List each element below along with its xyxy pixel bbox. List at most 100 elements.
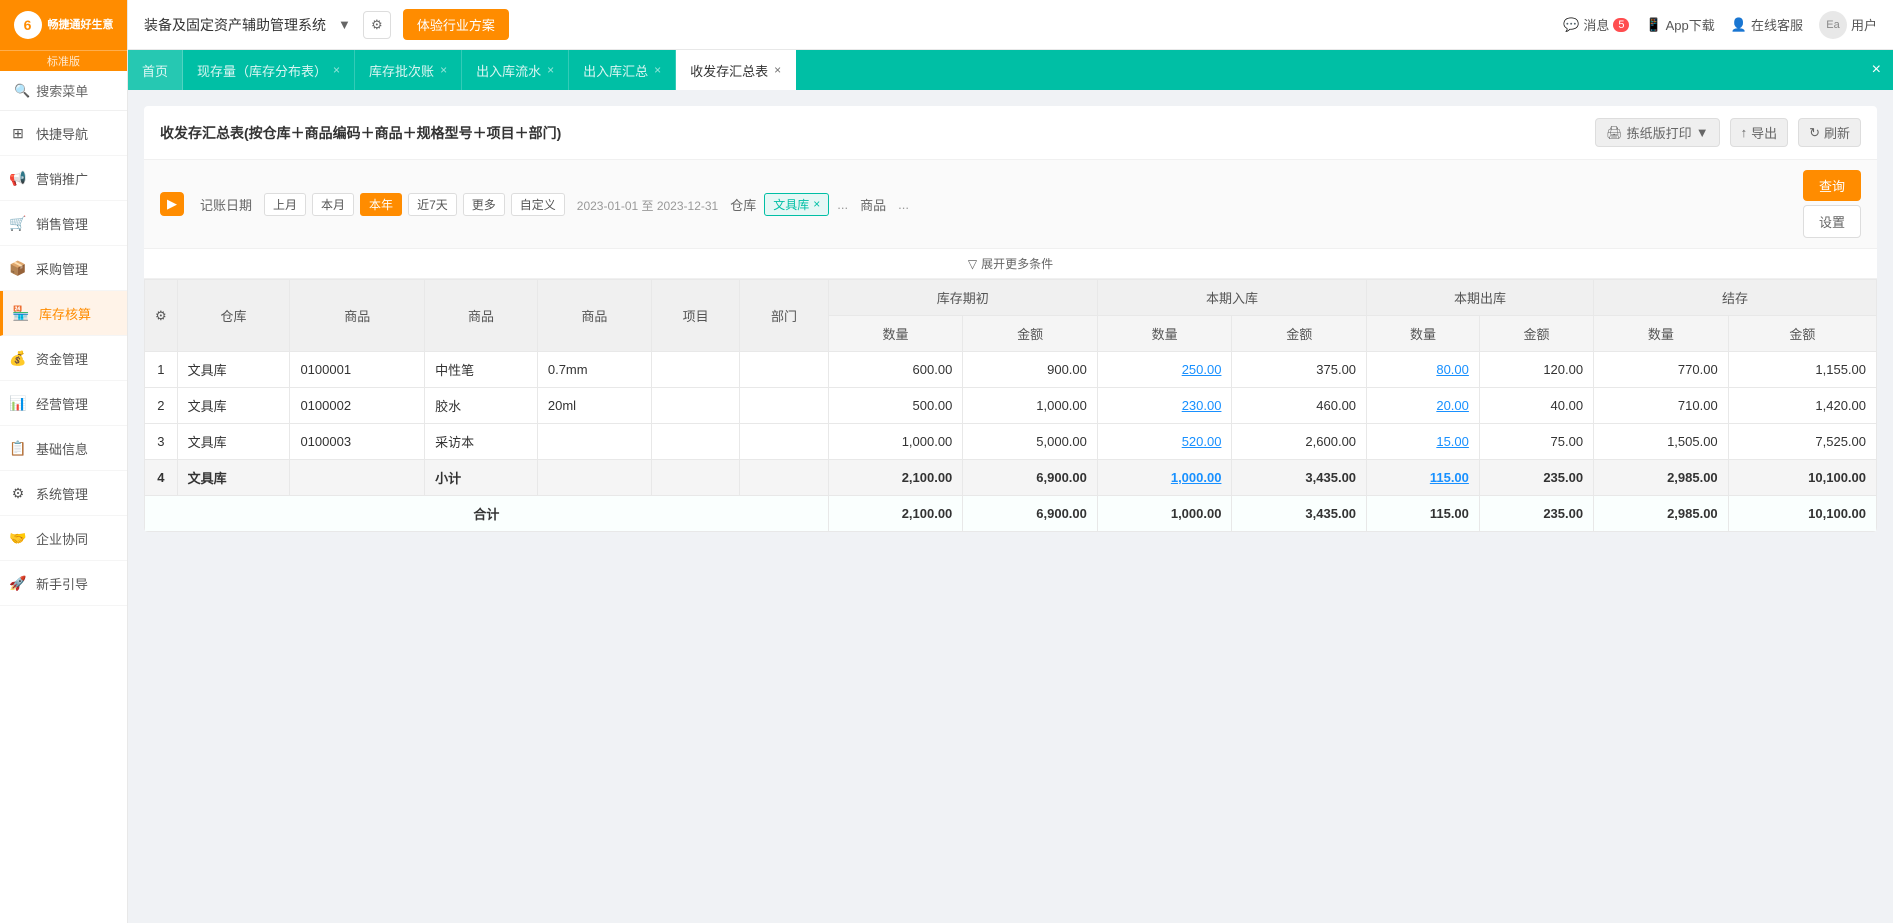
sidebar-item-operation[interactable]: 📊 经营管理 [0, 381, 127, 426]
user-profile[interactable]: Ea 用户 [1819, 11, 1877, 39]
sidebar-item-sales[interactable]: 🛒 销售管理 [0, 201, 127, 246]
expand-more-icon: ▽ [968, 257, 977, 271]
close-inout-summary-icon[interactable]: × [654, 63, 661, 77]
goods-filter-label: 商品 [860, 195, 886, 214]
refresh-button[interactable]: ↻ 刷新 [1798, 118, 1861, 147]
tab-inout-summary[interactable]: 出入库汇总 × [569, 50, 676, 90]
tab-inventory-dist[interactable]: 现存量（库存分布表） × [183, 50, 355, 90]
print-button[interactable]: 🖨 拣纸版打印 ▼ [1595, 118, 1719, 147]
messages-button[interactable]: 💬 消息 5 [1563, 15, 1629, 34]
row-project [652, 352, 740, 388]
row-in-qty[interactable]: 520.00 [1097, 424, 1232, 460]
row-start-qty: 1,000.00 [828, 424, 963, 460]
experience-button[interactable]: 体验行业方案 [403, 9, 509, 40]
warehouse-tag[interactable]: 文具库 × [764, 193, 829, 216]
row-in-qty[interactable]: 250.00 [1097, 352, 1232, 388]
table-settings-col[interactable]: ⚙ [145, 280, 178, 352]
sidebar-item-basic[interactable]: 📋 基础信息 [0, 426, 127, 471]
print-label: 拣纸版打印 [1627, 123, 1692, 142]
date-buttons: 上月 本月 本年 近7天 更多 自定义 [264, 193, 565, 216]
in-qty-link[interactable]: 520.00 [1182, 434, 1222, 449]
tab-batch[interactable]: 库存批次账 × [355, 50, 462, 90]
main-area: 装备及固定资产辅助管理系统 ▼ ⚙ 体验行业方案 💬 消息 5 📱 App下载 … [128, 0, 1893, 923]
sidebar-item-marketing[interactable]: 📢 营销推广 [0, 156, 127, 201]
filter-area: ▶ 记账日期 上月 本月 本年 近7天 更多 自定义 2023-01-01 至 … [144, 160, 1877, 249]
sidebar-item-label: 采购管理 [36, 259, 88, 278]
app-download-button[interactable]: 📱 App下载 [1645, 15, 1714, 34]
operation-icon: 📊 [8, 393, 28, 413]
close-batch-icon[interactable]: × [440, 63, 447, 77]
in-qty-link[interactable]: 250.00 [1182, 362, 1222, 377]
out-qty-link[interactable]: 80.00 [1436, 362, 1469, 377]
total-start-amt: 6,900.00 [963, 496, 1098, 532]
date-btn-7days[interactable]: 近7天 [408, 193, 457, 216]
message-badge: 5 [1613, 18, 1629, 32]
date-btn-more[interactable]: 更多 [463, 193, 505, 216]
search-label: 搜索菜单 [36, 81, 88, 100]
sidebar-item-inventory[interactable]: 🏪 库存核算 [0, 291, 127, 336]
subtotal-in-amt: 3,435.00 [1232, 460, 1367, 496]
set-button[interactable]: 设置 [1803, 205, 1861, 238]
sidebar-item-enterprise[interactable]: 🤝 企业协同 [0, 516, 127, 561]
row-out-amt: 120.00 [1479, 352, 1593, 388]
row-in-qty[interactable]: 230.00 [1097, 388, 1232, 424]
system-name: 装备及固定资产辅助管理系统 [144, 15, 326, 35]
row-out-qty[interactable]: 15.00 [1367, 424, 1480, 460]
enterprise-icon: 🤝 [8, 528, 28, 548]
out-qty-link[interactable]: 15.00 [1436, 434, 1469, 449]
message-icon: 💬 [1563, 17, 1579, 33]
goods-more-button[interactable]: ... [898, 197, 909, 212]
settings-button[interactable]: ⚙ [363, 11, 391, 39]
tab-home[interactable]: 首页 [128, 50, 183, 90]
col-header-code: 商品 [290, 280, 425, 352]
close-inout-flow-icon[interactable]: × [547, 63, 554, 77]
close-recv-send-icon[interactable]: × [774, 63, 781, 77]
date-btn-this-month[interactable]: 本月 [312, 193, 354, 216]
sidebar: 6 畅捷通好生意 标准版 🔍 搜索菜单 ⊞ 快捷导航 📢 营销推广 🛒 销售管理… [0, 0, 128, 923]
sidebar-item-label: 企业协同 [36, 529, 88, 548]
subtotal-spec [537, 460, 651, 496]
online-service-button[interactable]: 👤 在线客服 [1731, 15, 1803, 34]
close-all-tabs-button[interactable]: × [1860, 50, 1893, 90]
col-sub-out-qty: 数量 [1367, 316, 1480, 352]
date-btn-last-month[interactable]: 上月 [264, 193, 306, 216]
col-header-period-out: 本期出库 [1367, 280, 1594, 316]
query-button[interactable]: 查询 [1803, 170, 1861, 201]
out-qty-link[interactable]: 20.00 [1436, 398, 1469, 413]
print-icon: 🖨 [1606, 125, 1623, 141]
filter-expand-button[interactable]: ▶ [160, 192, 184, 216]
expand-more-row[interactable]: ▽ 展开更多条件 [144, 249, 1877, 279]
sidebar-item-finance[interactable]: 💰 资金管理 [0, 336, 127, 381]
subtotal-start-qty: 2,100.00 [828, 460, 963, 496]
in-qty-link[interactable]: 230.00 [1182, 398, 1222, 413]
export-icon: ↑ [1741, 125, 1748, 140]
search-menu[interactable]: 🔍 搜索菜单 [0, 71, 127, 111]
date-btn-this-year[interactable]: 本年 [360, 193, 402, 216]
warehouse-tag-text: 文具库 [773, 196, 809, 213]
content-area: 收发存汇总表(按仓库＋商品编码＋商品＋规格型号＋项目＋部门) 🖨 拣纸版打印 ▼… [128, 90, 1893, 923]
tab-recv-send-summary[interactable]: 收发存汇总表 × [676, 50, 796, 90]
row-out-qty[interactable]: 20.00 [1367, 388, 1480, 424]
export-button[interactable]: ↑ 导出 [1730, 118, 1789, 147]
row-code: 0100003 [290, 424, 425, 460]
date-btn-custom[interactable]: 自定义 [511, 193, 565, 216]
gear-icon: ⚙ [371, 17, 383, 33]
tab-inout-flow[interactable]: 出入库流水 × [462, 50, 569, 90]
row-bal-amt: 7,525.00 [1728, 424, 1876, 460]
close-inventory-dist-icon[interactable]: × [333, 63, 340, 77]
sidebar-item-system[interactable]: ⚙ 系统管理 [0, 471, 127, 516]
sidebar-item-label: 库存核算 [39, 304, 91, 323]
row-start-qty: 500.00 [828, 388, 963, 424]
sidebar-item-newbie[interactable]: 🚀 新手引导 [0, 561, 127, 606]
row-bal-amt: 1,155.00 [1728, 352, 1876, 388]
subtotal-in-qty: 1,000.00 [1097, 460, 1232, 496]
remove-warehouse-icon[interactable]: × [813, 197, 820, 211]
system-dropdown[interactable]: ▼ [338, 17, 351, 32]
sidebar-item-quick-nav[interactable]: ⊞ 快捷导航 [0, 111, 127, 156]
sidebar-item-purchase[interactable]: 📦 采购管理 [0, 246, 127, 291]
row-out-qty[interactable]: 80.00 [1367, 352, 1480, 388]
col-sub-start-amt: 金额 [963, 316, 1098, 352]
row-dept [740, 352, 828, 388]
warehouse-more-button[interactable]: ... [837, 197, 848, 212]
row-out-amt: 40.00 [1479, 388, 1593, 424]
